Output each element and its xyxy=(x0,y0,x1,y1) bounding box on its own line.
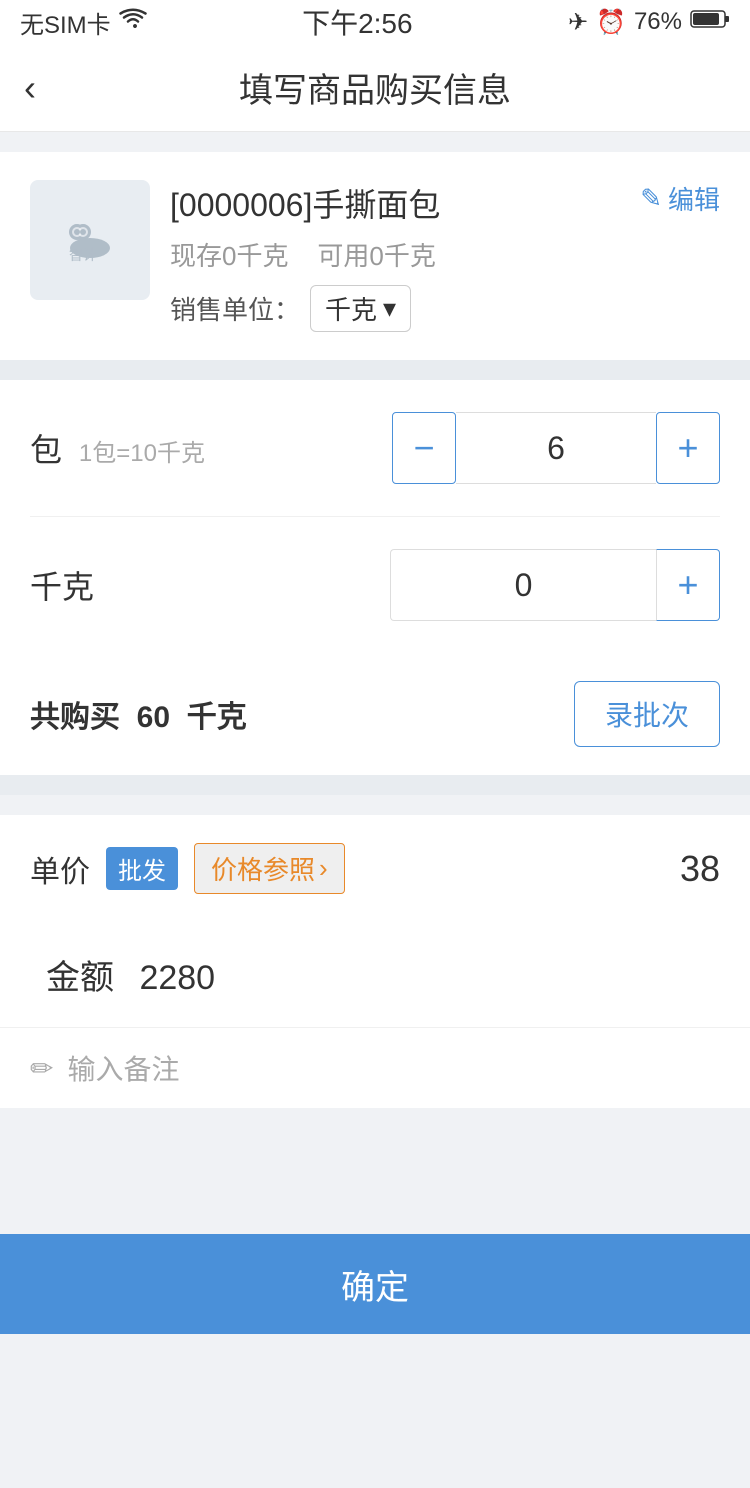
note-row[interactable]: ✏ 输入备注 xyxy=(0,1027,750,1108)
product-image: 智计 xyxy=(30,180,150,300)
chevron-down-icon: ▾ xyxy=(383,293,396,324)
battery-icon xyxy=(690,8,730,36)
kg-row: 千克 0 + xyxy=(30,517,720,653)
product-card-right: ✎ 编辑 xyxy=(640,180,720,217)
kg-qty-control: 0 + xyxy=(390,549,720,621)
product-stock: 现存0千克 可用0千克 xyxy=(170,236,620,273)
note-placeholder: 输入备注 xyxy=(67,1048,179,1088)
bao-input[interactable]: 6 xyxy=(456,412,656,484)
amount-row: 金额 2280 xyxy=(0,922,750,1027)
product-unit: 销售单位： 千克 ▾ xyxy=(170,285,620,332)
location-icon: ✈ xyxy=(568,8,588,37)
status-right: ✈ ⏰ 76% xyxy=(568,8,730,37)
batch-button[interactable]: 录批次 xyxy=(574,681,720,747)
product-name: [0000006]手撕面包 xyxy=(170,180,620,226)
total-text: 共购买 60 千克 xyxy=(30,692,247,736)
section-divider-2 xyxy=(0,775,750,795)
note-icon: ✏ xyxy=(30,1052,53,1085)
edit-button[interactable]: ✎ 编辑 xyxy=(640,180,720,217)
bao-row: 包 1包=10千克 − 6 + xyxy=(30,380,720,517)
price-section: 单价 批发 价格参照 › 38 xyxy=(0,815,750,922)
price-value: 38 xyxy=(680,848,720,890)
bao-plus-button[interactable]: + xyxy=(656,412,720,484)
bao-qty-control: − 6 + xyxy=(392,412,720,484)
price-label: 单价 xyxy=(30,847,90,891)
nav-bar: ‹ 填写商品购买信息 xyxy=(0,44,750,132)
price-ref-button[interactable]: 价格参照 › xyxy=(194,843,345,894)
status-bar: 无SIM卡 下午2:56 ✈ ⏰ 76% xyxy=(0,0,750,44)
status-time: 下午2:56 xyxy=(302,2,413,42)
kg-plus-button[interactable]: + xyxy=(656,549,720,621)
section-divider-1 xyxy=(0,360,750,380)
bao-minus-button[interactable]: − xyxy=(392,412,456,484)
input-section: 包 1包=10千克 − 6 + 千克 0 + xyxy=(0,380,750,653)
alarm-icon: ⏰ xyxy=(596,8,626,37)
product-info: [0000006]手撕面包 现存0千克 可用0千克 销售单位： 千克 ▾ xyxy=(170,180,620,332)
confirm-bar[interactable]: 确定 xyxy=(0,1234,750,1334)
product-card: 智计 [0000006]手撕面包 现存0千克 可用0千克 销售单位： 千克 ▾ … xyxy=(0,152,750,360)
chevron-right-icon: › xyxy=(319,853,328,884)
confirm-text: 确定 xyxy=(341,1260,409,1309)
back-button[interactable]: ‹ xyxy=(24,67,36,109)
battery-text: 76% xyxy=(634,8,682,36)
kg-label: 千克 xyxy=(30,562,390,608)
price-tag: 批发 xyxy=(106,847,178,890)
kg-input[interactable]: 0 xyxy=(390,549,656,621)
page-title: 填写商品购买信息 xyxy=(239,63,511,112)
total-section: 共购买 60 千克 录批次 xyxy=(0,653,750,775)
carrier-text: 无SIM卡 xyxy=(20,5,111,40)
svg-text:智计: 智计 xyxy=(69,247,97,263)
wifi-icon xyxy=(119,8,147,37)
unit-select[interactable]: 千克 ▾ xyxy=(310,285,411,332)
edit-icon: ✎ xyxy=(640,183,662,214)
bao-label: 包 1包=10千克 xyxy=(30,425,392,471)
status-left: 无SIM卡 xyxy=(20,5,147,40)
